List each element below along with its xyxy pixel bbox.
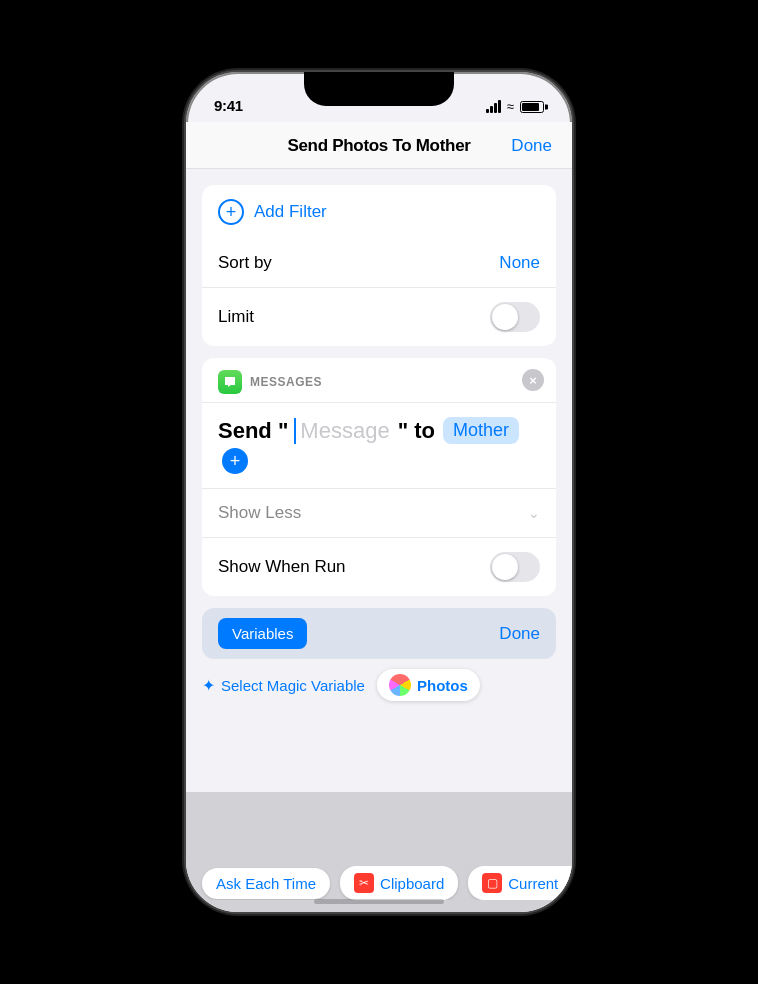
photos-chip[interactable]: Photos bbox=[377, 669, 480, 701]
nav-title: Send Photos To Mother bbox=[287, 136, 470, 156]
add-filter-row[interactable]: + Add Filter bbox=[202, 185, 556, 239]
magic-variable-label: Select Magic Variable bbox=[221, 677, 365, 694]
magic-wand-icon: ✦ bbox=[202, 676, 215, 695]
chevron-down-icon: ⌄ bbox=[528, 505, 540, 521]
photos-chip-label: Photos bbox=[417, 677, 468, 694]
phone-frame: 9:41 ≈ Send Photos To Mother Done + Add bbox=[184, 70, 574, 914]
bottom-area: Ask Each Time ✂ Clipboard ▢ Current … bbox=[186, 792, 572, 912]
sort-by-row[interactable]: Sort by None bbox=[202, 239, 556, 288]
signal-icon bbox=[486, 100, 501, 113]
nav-header: Send Photos To Mother Done bbox=[186, 122, 572, 169]
add-filter-icon: + bbox=[218, 199, 244, 225]
status-time: 9:41 bbox=[214, 97, 243, 114]
variables-button[interactable]: Variables bbox=[218, 618, 307, 649]
select-magic-variable[interactable]: ✦ Select Magic Variable bbox=[202, 676, 365, 695]
show-less-row[interactable]: Show Less ⌄ bbox=[202, 489, 556, 538]
recipient-chip[interactable]: Mother bbox=[443, 417, 519, 444]
messages-action-card: MESSAGES × Send " Message " to Mother + … bbox=[202, 358, 556, 596]
variables-done-button[interactable]: Done bbox=[499, 624, 540, 644]
sort-by-value: None bbox=[499, 253, 540, 273]
messages-icon bbox=[218, 370, 242, 394]
screen-icon: ▢ bbox=[482, 873, 502, 893]
notch bbox=[304, 72, 454, 106]
messages-header-label: MESSAGES bbox=[250, 375, 322, 389]
clipboard-chip[interactable]: ✂ Clipboard bbox=[340, 866, 458, 900]
nav-done-button[interactable]: Done bbox=[511, 136, 552, 156]
limit-row[interactable]: Limit bbox=[202, 288, 556, 346]
send-message-row: Send " Message " to Mother + bbox=[202, 403, 556, 489]
show-when-run-label: Show When Run bbox=[218, 557, 346, 577]
sort-by-label: Sort by bbox=[218, 253, 272, 273]
add-recipient-button[interactable]: + bbox=[222, 448, 248, 474]
content-area: Send Photos To Mother Done + Add Filter … bbox=[186, 122, 572, 912]
plus-icon: + bbox=[230, 451, 241, 472]
current-label: Current … bbox=[508, 875, 572, 892]
show-when-run-row[interactable]: Show When Run bbox=[202, 538, 556, 596]
status-icons: ≈ bbox=[486, 99, 544, 114]
messages-card-header: MESSAGES × bbox=[202, 358, 556, 403]
to-text: " to bbox=[398, 418, 435, 444]
photos-icon bbox=[389, 674, 411, 696]
battery-icon bbox=[520, 101, 544, 113]
show-when-run-knob bbox=[492, 554, 518, 580]
toggle-knob bbox=[492, 304, 518, 330]
send-prefix: Send " bbox=[218, 418, 288, 444]
limit-toggle[interactable] bbox=[490, 302, 540, 332]
add-filter-label: Add Filter bbox=[254, 202, 327, 222]
ask-each-time-chip[interactable]: Ask Each Time bbox=[202, 868, 330, 899]
bottom-chips-row: Ask Each Time ✂ Clipboard ▢ Current … bbox=[186, 866, 572, 900]
show-when-run-toggle[interactable] bbox=[490, 552, 540, 582]
clipboard-icon: ✂ bbox=[354, 873, 374, 893]
show-less-label: Show Less bbox=[218, 503, 301, 523]
home-indicator bbox=[314, 899, 444, 904]
wifi-icon: ≈ bbox=[507, 99, 514, 114]
filter-card: + Add Filter Sort by None Limit bbox=[202, 185, 556, 346]
close-action-button[interactable]: × bbox=[522, 369, 544, 391]
variables-bar: Variables Done bbox=[202, 608, 556, 659]
clipboard-label: Clipboard bbox=[380, 875, 444, 892]
message-input[interactable]: Message bbox=[294, 418, 393, 444]
variables-shelf: ✦ Select Magic Variable Photos bbox=[202, 659, 556, 711]
ask-each-time-label: Ask Each Time bbox=[216, 875, 316, 892]
limit-label: Limit bbox=[218, 307, 254, 327]
current-chip[interactable]: ▢ Current … bbox=[468, 866, 572, 900]
